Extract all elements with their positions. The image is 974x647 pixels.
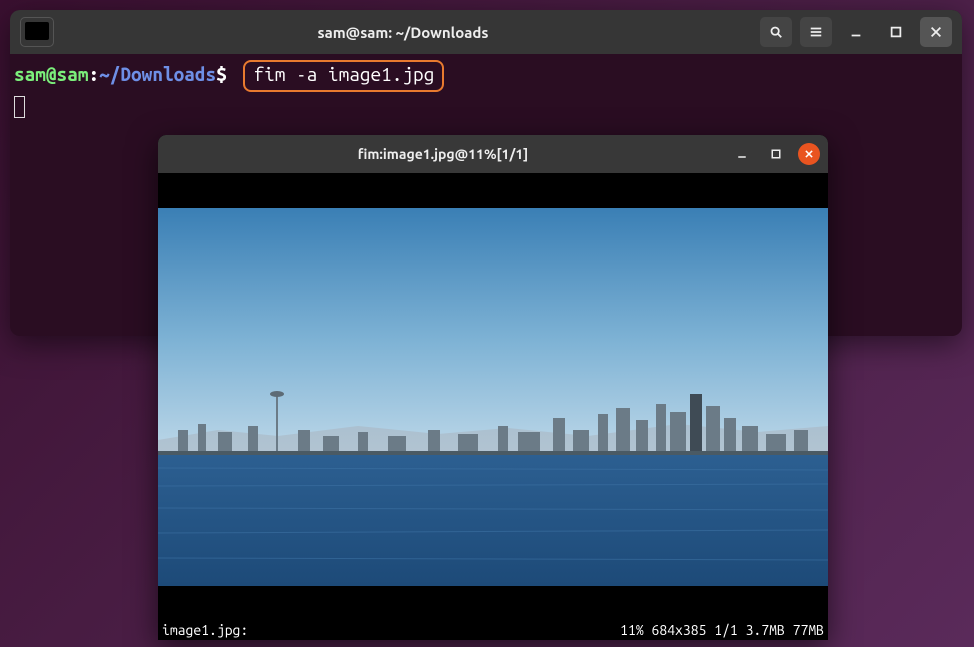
fim-image-area[interactable] (158, 173, 828, 620)
terminal-title: sam@sam: ~/Downloads (54, 24, 752, 41)
fim-status-filename: image1.jpg: (162, 622, 248, 638)
close-icon (804, 149, 814, 159)
prompt-path: ~/Downloads (99, 63, 216, 85)
new-tab-button[interactable] (20, 17, 54, 47)
hamburger-menu-icon (809, 25, 823, 39)
fim-title: fim:image1.jpg@11%[1/1] (166, 146, 720, 162)
terminal-menu-button[interactable] (800, 17, 832, 47)
terminal-titlebar[interactable]: sam@sam: ~/Downloads (10, 10, 962, 54)
maximize-icon (770, 148, 782, 160)
minimize-icon (849, 25, 863, 39)
fim-statusbar: image1.jpg: 11% 684x385 1/1 3.7MB 77MB (158, 620, 828, 640)
terminal-minimize-button[interactable] (840, 17, 872, 47)
prompt-user-host: sam@sam (14, 63, 88, 85)
new-tab-icon (21, 16, 53, 48)
terminal-search-button[interactable] (760, 17, 792, 47)
terminal-line: sam@sam:~/Downloads$ fim -a image1.jpg (14, 60, 958, 92)
maximize-icon (889, 25, 903, 39)
command-highlight: fim -a image1.jpg (243, 60, 444, 92)
command-text: fim -a image1.jpg (253, 63, 434, 85)
prompt-symbol: $ (216, 63, 227, 85)
close-icon (929, 25, 943, 39)
prompt-colon: : (88, 63, 99, 85)
search-icon (769, 25, 783, 39)
displayed-image (158, 208, 828, 586)
terminal-close-button[interactable] (920, 17, 952, 47)
minimize-icon (736, 148, 748, 160)
fim-close-button[interactable] (798, 143, 820, 165)
fim-window: fim:image1.jpg@11%[1/1] (158, 135, 828, 640)
fim-titlebar[interactable]: fim:image1.jpg@11%[1/1] (158, 135, 828, 173)
fim-maximize-button[interactable] (764, 142, 788, 166)
terminal-body[interactable]: sam@sam:~/Downloads$ fim -a image1.jpg (10, 54, 962, 130)
fim-minimize-button[interactable] (730, 142, 754, 166)
fim-status-info: 11% 684x385 1/1 3.7MB 77MB (620, 622, 824, 638)
terminal-cursor (14, 96, 25, 118)
terminal-maximize-button[interactable] (880, 17, 912, 47)
